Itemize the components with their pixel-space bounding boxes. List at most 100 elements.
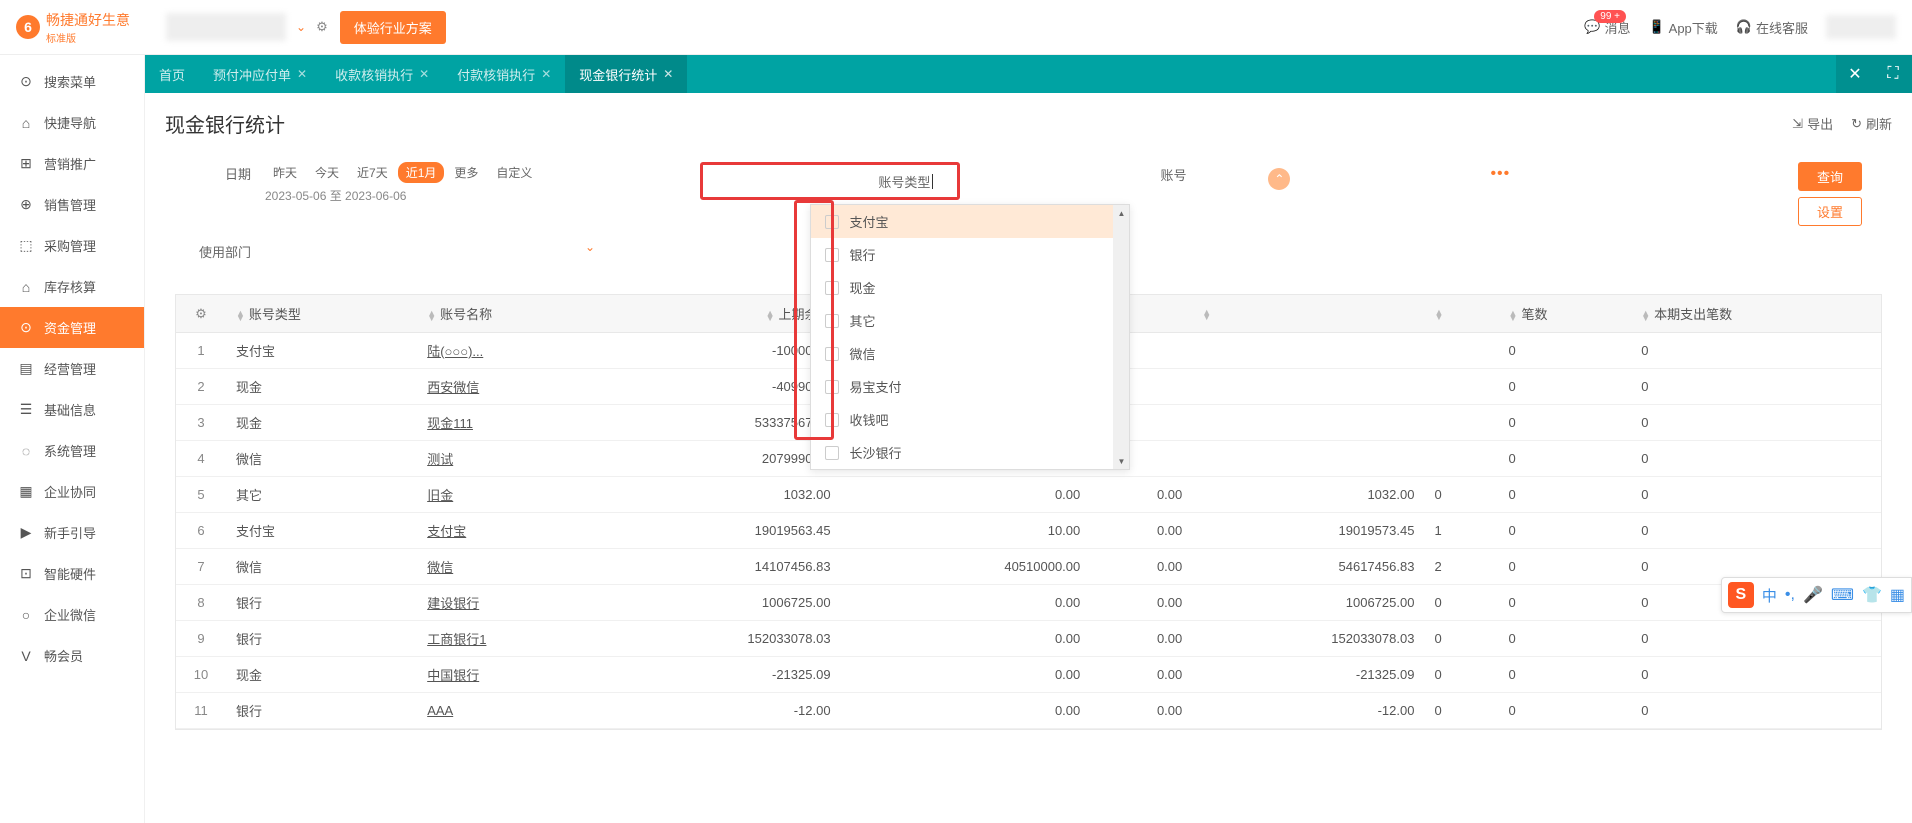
col-header-8[interactable]: ▲▼笔数 <box>1499 295 1632 333</box>
col-header-6[interactable]: ▲▼ <box>1192 295 1424 333</box>
account-link[interactable]: 建设银行 <box>427 596 479 611</box>
more-filters-icon[interactable]: ••• <box>1490 165 1510 183</box>
gear-icon[interactable]: ⚙ <box>195 306 207 321</box>
account-link[interactable]: 现金111 <box>427 416 473 431</box>
sidebar-item-2[interactable]: ⊞营销推广 <box>0 143 144 184</box>
checkbox[interactable] <box>825 215 839 229</box>
export-button[interactable]: ⇲导出 <box>1792 114 1833 133</box>
sidebar-item-10[interactable]: ▦企业协同 <box>0 471 144 512</box>
account-type-filter[interactable]: 账号类型 <box>700 162 960 200</box>
checkbox[interactable] <box>825 446 839 460</box>
org-selector-blurred[interactable] <box>166 13 286 41</box>
skin-icon[interactable]: 👕 <box>1862 585 1882 605</box>
checkbox[interactable] <box>825 314 839 328</box>
sidebar-item-6[interactable]: ⊙资金管理 <box>0 307 144 348</box>
close-icon[interactable]: ✕ <box>297 67 307 81</box>
date-opt-2[interactable]: 近7天 <box>349 162 396 183</box>
sidebar-item-0[interactable]: ⊙搜索菜单 <box>0 61 144 102</box>
refresh-button[interactable]: ↻刷新 <box>1851 114 1892 133</box>
expand-icon[interactable]: ⛶ <box>1874 55 1912 93</box>
sidebar-item-13[interactable]: ○企业微信 <box>0 594 144 635</box>
app-download-link[interactable]: 📱 App下载 <box>1648 18 1717 37</box>
dropdown-item-2[interactable]: 现金 <box>811 271 1129 304</box>
col-header-0[interactable]: ⚙ <box>176 295 226 333</box>
checkbox[interactable] <box>825 347 839 361</box>
settings-button[interactable]: 设置 <box>1798 197 1862 226</box>
sidebar-item-9[interactable]: ◌系统管理 <box>0 430 144 471</box>
checkbox[interactable] <box>825 281 839 295</box>
ime-punct-icon[interactable]: •, <box>1785 586 1795 604</box>
checkbox[interactable] <box>825 380 839 394</box>
sidebar-item-12[interactable]: ⊡智能硬件 <box>0 553 144 594</box>
account-link[interactable]: 中国银行 <box>427 668 479 683</box>
tab-2[interactable]: 收款核销执行✕ <box>321 55 443 93</box>
sidebar-item-11[interactable]: ▶新手引导 <box>0 512 144 553</box>
col-header-1[interactable]: ▲▼账号类型 <box>226 295 417 333</box>
sort-icon[interactable]: ▲▼ <box>766 311 775 321</box>
sidebar-item-3[interactable]: ⊕销售管理 <box>0 184 144 225</box>
support-link[interactable]: 🎧 在线客服 <box>1736 18 1808 37</box>
account-link[interactable]: 微信 <box>427 560 453 575</box>
user-blurred[interactable] <box>1826 15 1896 39</box>
sidebar-item-1[interactable]: ⌂快捷导航 <box>0 102 144 143</box>
chevron-down-icon[interactable]: ⌄ <box>585 240 595 254</box>
account-link[interactable]: AAA <box>427 703 453 718</box>
date-opt-3[interactable]: 近1月 <box>398 162 445 183</box>
sort-icon[interactable]: ▲▼ <box>1202 310 1211 320</box>
account-link[interactable]: 西安微信 <box>427 380 479 395</box>
account-link[interactable]: 工商银行1 <box>427 632 486 647</box>
account-link[interactable]: 测试 <box>427 452 453 467</box>
sidebar-item-5[interactable]: ⌂库存核算 <box>0 266 144 307</box>
keyboard-icon[interactable]: ⌨ <box>1831 585 1854 605</box>
mic-icon[interactable]: 🎤 <box>1803 585 1823 605</box>
checkbox[interactable] <box>825 248 839 262</box>
dept-input[interactable] <box>265 240 545 264</box>
account-link[interactable]: 支付宝 <box>427 524 466 539</box>
account-no-input[interactable] <box>1196 162 1476 186</box>
promo-button[interactable]: 体验行业方案 <box>340 11 446 44</box>
collapse-toggle-icon[interactable]: ⌃ <box>1268 168 1290 190</box>
col-header-9[interactable]: ▲▼本期支出笔数 <box>1631 295 1881 333</box>
dropdown-item-5[interactable]: 易宝支付 <box>811 370 1129 403</box>
date-opt-5[interactable]: 自定义 <box>488 162 540 183</box>
dropdown-item-0[interactable]: 支付宝 <box>811 205 1129 238</box>
sogou-icon[interactable]: S <box>1728 582 1754 608</box>
gear-icon[interactable]: ⚙ <box>316 19 328 35</box>
sort-icon[interactable]: ▲▼ <box>1641 311 1650 321</box>
ime-toolbar[interactable]: S 中 •, 🎤 ⌨ 👕 ▦ <box>1721 577 1912 613</box>
dropdown-item-1[interactable]: 银行 <box>811 238 1129 271</box>
dropdown-item-4[interactable]: 微信 <box>811 337 1129 370</box>
account-link[interactable]: 陆(○○○)... <box>427 344 483 359</box>
close-icon[interactable]: ✕ <box>541 67 551 81</box>
sidebar-item-4[interactable]: ⬚采购管理 <box>0 225 144 266</box>
col-header-3[interactable]: ▲▼上期余额 <box>608 295 840 333</box>
scroll-up-icon[interactable]: ▲ <box>1113 205 1129 221</box>
tab-0[interactable]: 首页 <box>145 55 199 93</box>
toolbox-icon[interactable]: ▦ <box>1890 585 1905 605</box>
account-link[interactable]: 旧金 <box>427 488 453 503</box>
scroll-down-icon[interactable]: ▼ <box>1113 453 1129 469</box>
sidebar-item-14[interactable]: V畅会员 <box>0 635 144 676</box>
col-header-7[interactable]: ▲▼ <box>1424 295 1498 333</box>
date-opt-4[interactable]: 更多 <box>446 162 486 183</box>
close-icon[interactable]: ✕ <box>663 67 673 81</box>
sidebar-item-7[interactable]: ▤经营管理 <box>0 348 144 389</box>
col-header-2[interactable]: ▲▼账号名称 <box>417 295 608 333</box>
sort-icon[interactable]: ▲▼ <box>236 311 245 321</box>
checkbox[interactable] <box>825 413 839 427</box>
dropdown-item-7[interactable]: 长沙银行 <box>811 436 1129 469</box>
sort-icon[interactable]: ▲▼ <box>1434 310 1443 320</box>
sort-icon[interactable]: ▲▼ <box>1509 311 1518 321</box>
sidebar-item-8[interactable]: ☰基础信息 <box>0 389 144 430</box>
tab-4[interactable]: 现金银行统计✕ <box>565 55 687 93</box>
chevron-down-icon[interactable]: ⌄ <box>296 20 306 34</box>
sort-icon[interactable]: ▲▼ <box>427 311 436 321</box>
dropdown-item-6[interactable]: 收钱吧 <box>811 403 1129 436</box>
messages-link[interactable]: 💬 消息 99 + <box>1584 18 1630 37</box>
date-opt-1[interactable]: 今天 <box>307 162 347 183</box>
tab-1[interactable]: 预付冲应付单✕ <box>199 55 321 93</box>
date-opt-0[interactable]: 昨天 <box>265 162 305 183</box>
tab-3[interactable]: 付款核销执行✕ <box>443 55 565 93</box>
close-all-tabs[interactable]: ✕ <box>1836 55 1874 93</box>
dropdown-item-3[interactable]: 其它 <box>811 304 1129 337</box>
